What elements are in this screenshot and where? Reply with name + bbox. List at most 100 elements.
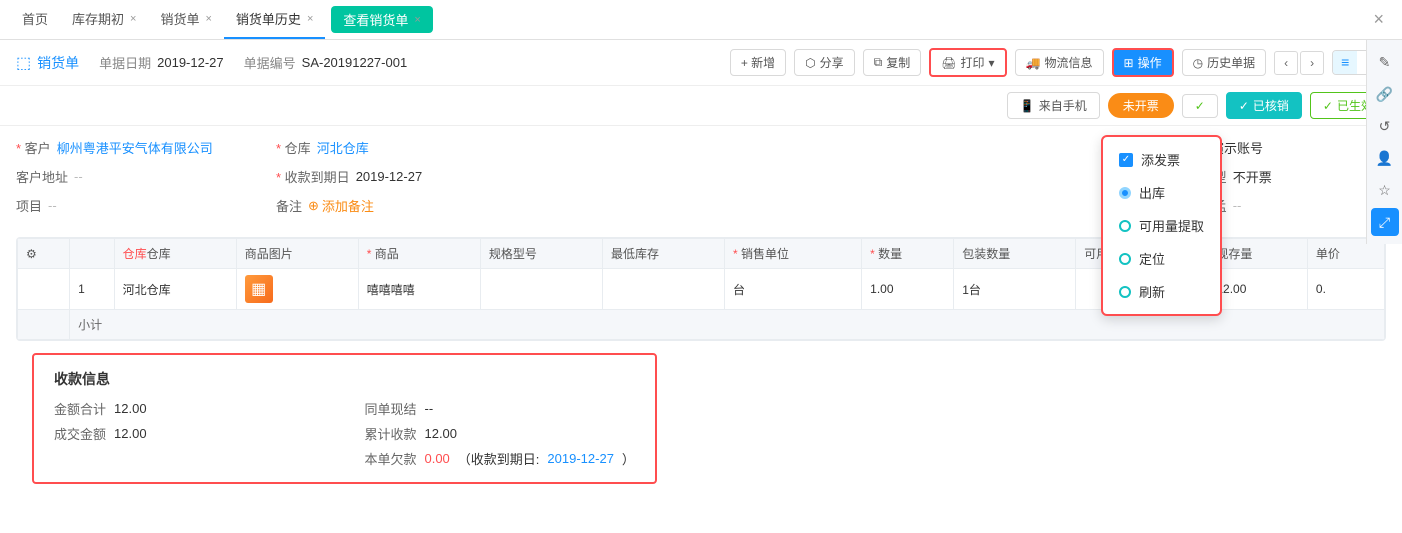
th-current-stock: 现存量 <box>1208 239 1308 269</box>
logistics-button[interactable]: 🚚 物流信息 <box>1015 49 1104 76</box>
doc-title: ⬚ 销货单 <box>16 53 79 73</box>
tab-close-sales[interactable]: × <box>205 13 211 25</box>
history-button[interactable]: ◷ 历史单据 <box>1182 49 1267 76</box>
cancel-button[interactable]: ✓ 已核销 <box>1226 92 1302 119</box>
tab-bar: 首页 库存期初 × 销货单 × 销货单历史 × 查看销货单 × × <box>0 0 1402 40</box>
rotate-side-button[interactable]: ↺ <box>1371 112 1399 140</box>
add-note-button[interactable]: ⊕ 添加备注 <box>308 196 374 215</box>
row-spec <box>480 269 602 310</box>
history-icon: ◷ <box>1193 56 1203 70</box>
row-current-stock: 12.00 <box>1208 269 1308 310</box>
cumulative-row: 累计收款 12.00 <box>364 424 634 443</box>
print-dropdown-icon: ▾ <box>989 56 995 70</box>
plus-icon: ⊕ <box>308 198 319 214</box>
available-pick-radio[interactable] <box>1119 220 1131 232</box>
same-order-row: 同单现结 -- <box>364 399 634 418</box>
edit-side-icon: ✎ <box>1379 54 1391 71</box>
row-qty: 1.00 <box>862 269 954 310</box>
rotate-side-icon: ↺ <box>1379 118 1391 135</box>
th-pack-qty: 包装数量 <box>954 239 1076 269</box>
copy-icon: ⧉ <box>874 55 883 70</box>
row-unit: 台 <box>725 269 862 310</box>
phone-icon: 📱 <box>1020 99 1035 113</box>
product-image: ▦ <box>245 275 273 303</box>
sales-order-icon: ⬚ <box>16 53 31 73</box>
dropdown-available-pick[interactable]: 可用量提取 <box>1103 209 1220 242</box>
tab-close-history[interactable]: × <box>307 13 313 25</box>
row-unit-price: 0. <box>1307 269 1384 310</box>
dropdown-refresh[interactable]: 刷新 <box>1103 275 1220 308</box>
operation-dropdown: ✓ 添发票 出库 可用量提取 定位 刷新 <box>1101 135 1222 316</box>
link-side-button[interactable]: 🔗 <box>1371 80 1399 108</box>
print-button[interactable]: 🖨 打印 ▾ <box>929 48 1006 77</box>
document-header: ⬚ 销货单 单据日期 2019-12-27 单据编号 SA-20191227-0… <box>0 40 1402 86</box>
locate-radio[interactable] <box>1119 253 1131 265</box>
tab-inventory-init[interactable]: 库存期初 × <box>60 0 148 39</box>
subtotal-gear <box>18 310 70 340</box>
settings-icon[interactable]: ⚙ <box>26 247 37 261</box>
truck-icon: 🚚 <box>1026 56 1041 70</box>
add-invoice-checkbox[interactable]: ✓ <box>1119 153 1133 167</box>
customer-field: 客户 柳州粤港平安气体有限公司 <box>16 138 236 157</box>
prev-arrow[interactable]: ‹ <box>1274 51 1298 75</box>
row-pack-qty: 1台 <box>954 269 1076 310</box>
next-arrow[interactable]: › <box>1300 51 1324 75</box>
arrears-row: 本单欠款 0.00 （收款到期日: 2019-12-27 ） <box>364 449 634 468</box>
tab-close-check[interactable]: × <box>414 14 420 26</box>
expand-side-button[interactable]: ⤢ <box>1371 208 1399 236</box>
tab-check-sales[interactable]: 查看销货单 × <box>331 6 432 33</box>
warehouse-field: 仓库 河北仓库 <box>276 138 496 157</box>
star-side-icon: ☆ <box>1378 182 1391 199</box>
payment-date-field: 收款到期日 2019-12-27 <box>276 167 496 186</box>
th-min-stock: 最低库存 <box>602 239 724 269</box>
th-unit: * 销售单位 <box>725 239 862 269</box>
product-img-icon: ▦ <box>251 279 266 299</box>
check-icon: ✓ <box>1195 99 1205 113</box>
global-close-button[interactable]: × <box>1365 9 1392 30</box>
check-circle2-icon: ✓ <box>1323 99 1333 113</box>
row-seq: 1 <box>70 269 114 310</box>
tab-home[interactable]: 首页 <box>10 0 60 39</box>
row-product: 嘻嘻嘻嘻 <box>358 269 480 310</box>
from-phone-button[interactable]: 📱 来自手机 <box>1007 92 1100 119</box>
dropdown-locate[interactable]: 定位 <box>1103 242 1220 275</box>
row-min-stock <box>602 269 724 310</box>
done-button[interactable]: ✓ <box>1182 94 1218 118</box>
dropdown-add-invoice[interactable]: ✓ 添发票 <box>1103 143 1220 176</box>
dropdown-ship-out[interactable]: 出库 <box>1103 176 1220 209</box>
payment-info-box: 收款信息 金额合计 12.00 同单现结 -- 成交金额 12.00 累计收款 … <box>32 353 657 484</box>
payment-grid: 金额合计 12.00 同单现结 -- 成交金额 12.00 累计收款 12.00 <box>54 399 635 468</box>
row-product-img: ▦ <box>236 269 358 310</box>
tab-sales-history[interactable]: 销货单历史 × <box>224 0 325 39</box>
doc-date-field: 单据日期 2019-12-27 <box>99 53 224 72</box>
expand-side-icon: ⤢ <box>1379 214 1390 231</box>
th-qty: * 数量 <box>862 239 954 269</box>
action-row: 📱 来自手机 未开票 ✓ ✓ 已核销 ✓ 已生效 <box>0 86 1402 126</box>
star-side-button[interactable]: ☆ <box>1371 176 1399 204</box>
check-circle-icon: ✓ <box>1239 99 1249 113</box>
toolbar: + 新增 ⬡ 分享 ⧉ 复制 🖨 打印 ▾ 🚚 物流信息 ⊞ 操作 <box>730 48 1386 77</box>
total-row: 金额合计 12.00 <box>54 399 324 418</box>
print-icon: 🖨 <box>941 56 956 70</box>
new-button[interactable]: + 新增 <box>730 49 786 76</box>
tab-sales-order[interactable]: 销货单 × <box>148 0 223 39</box>
user-side-button[interactable]: 👤 <box>1371 144 1399 172</box>
share-button[interactable]: ⬡ 分享 <box>794 49 855 76</box>
not-open-button[interactable]: 未开票 <box>1108 93 1174 118</box>
payment-title: 收款信息 <box>54 369 635 389</box>
refresh-radio[interactable] <box>1119 286 1131 298</box>
list-view-button[interactable]: ≡ <box>1333 51 1357 74</box>
row-gear <box>18 269 70 310</box>
ship-out-radio[interactable] <box>1119 187 1131 199</box>
project-field: 项目 -- <box>16 196 236 215</box>
edit-side-button[interactable]: ✎ <box>1371 48 1399 76</box>
doc-number-field: 单据编号 SA-20191227-001 <box>244 53 408 72</box>
grid-icon: ⊞ <box>1124 56 1134 70</box>
copy-button[interactable]: ⧉ 复制 <box>863 49 922 76</box>
th-warehouse: 仓库仓库 <box>114 239 236 269</box>
operation-button[interactable]: ⊞ 操作 <box>1112 48 1174 77</box>
tab-close-inventory[interactable]: × <box>130 13 136 25</box>
address-field: 客户地址 -- <box>16 167 236 186</box>
transaction-row: 成交金额 12.00 <box>54 424 324 443</box>
side-toolbar: ✎ 🔗 ↺ 👤 ☆ ⤢ <box>1366 40 1402 244</box>
